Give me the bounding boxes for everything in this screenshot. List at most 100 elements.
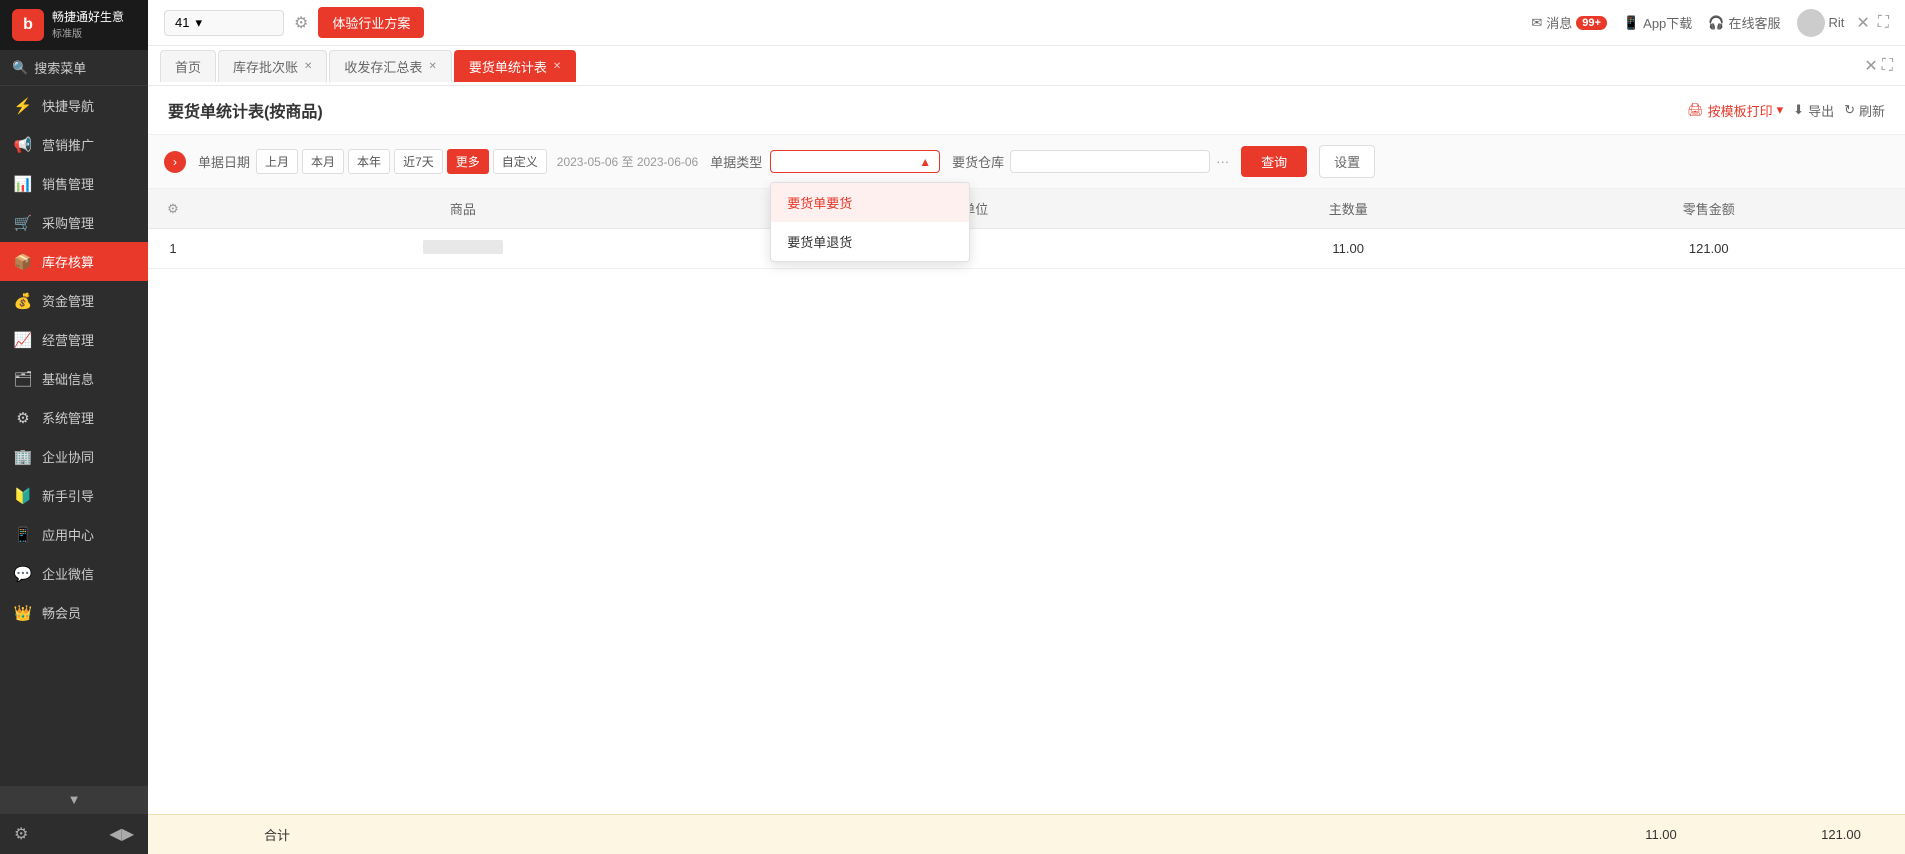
warehouse-input-wrapper <box>1010 150 1210 173</box>
type-filter-input[interactable] <box>779 154 919 169</box>
export-button[interactable]: ⬇ 导出 <box>1793 101 1834 120</box>
window-controls: ✕ ⛶ <box>1856 13 1889 33</box>
service-icon: 🎧 <box>1708 15 1724 31</box>
sidebar-collapse-icon[interactable]: ◀▶ <box>109 824 134 844</box>
sidebar-item-app-center[interactable]: 📱 应用中心 <box>0 515 148 554</box>
phone-icon: 📱 <box>1623 15 1639 31</box>
system-icon: ⚙ <box>14 409 32 427</box>
app-download-button[interactable]: 📱 App下载 <box>1623 13 1692 32</box>
export-icon: ⬇ <box>1793 102 1804 118</box>
tab-close-order-summary[interactable]: ✕ <box>553 61 561 72</box>
expand-window-icon[interactable]: ⛶ <box>1882 57 1893 75</box>
messages-button[interactable]: ✉ 消息 99+ <box>1531 13 1607 32</box>
warehouse-more-icon[interactable]: ··· <box>1216 154 1229 169</box>
more-dates-btn[interactable]: 更多 <box>447 149 489 174</box>
sidebar-item-marketing[interactable]: 📢营销推广 <box>0 125 148 164</box>
message-icon: ✉ <box>1531 15 1542 31</box>
sidebar-item-label: 企业协同 <box>42 447 94 466</box>
sidebar-item-label: 应用中心 <box>42 525 94 544</box>
tab-order-summary[interactable]: 要货单统计表✕ <box>454 50 576 82</box>
row-amount: 121.00 <box>1513 229 1905 269</box>
column-settings-icon[interactable]: ⚙ <box>167 201 179 216</box>
tab-receipt-summary[interactable]: 收发存汇总表 ✕ <box>329 50 451 82</box>
messages-label: 消息 <box>1546 13 1572 32</box>
sidebar-item-purchase[interactable]: 🛒采购管理 <box>0 203 148 242</box>
sidebar-nav: ⚡ 快捷导航 📢营销推广📊销售管理🛒采购管理📦库存核算💰资金管理📈经营管理🗂基础信息… <box>0 86 148 786</box>
sidebar-item-label: 营销推广 <box>42 135 94 154</box>
store-selector[interactable]: 41 ▾ <box>164 10 284 36</box>
sidebar-item-operations[interactable]: 📈经营管理 <box>0 320 148 359</box>
type-filter-group: 单据类型 ▲ 要货单要货 要货单退货 <box>710 150 940 173</box>
topbar-left: 41 ▾ ⚙ 体验行业方案 <box>164 7 1519 38</box>
main-area: 41 ▾ ⚙ 体验行业方案 ✉ 消息 99+ 📱 App下载 🎧 在线客服 R <box>148 0 1905 854</box>
brand-name: 畅捷通好生意 <box>52 10 124 26</box>
tab-close-receipt-summary[interactable]: ✕ <box>428 61 436 72</box>
industry-button[interactable]: 体验行业方案 <box>318 7 424 38</box>
tab-inventory-batch[interactable]: 库存批次账✕ <box>218 50 327 82</box>
sidebar-item-label: 新手引导 <box>42 486 94 505</box>
user-avatar <box>1797 9 1825 37</box>
table-footer: 合计 11.00 121.00 <box>148 814 1905 854</box>
sidebar-item-basics[interactable]: 🗂基础信息 <box>0 359 148 398</box>
dropdown-item-order[interactable]: 要货单要货 <box>771 183 969 222</box>
custom-date-btn[interactable]: 自定义 <box>493 149 547 174</box>
logo-icon: b <box>12 9 44 41</box>
user-menu[interactable]: Rit <box>1797 9 1845 37</box>
filter-expand-button[interactable]: › <box>164 151 186 173</box>
sidebar-item-enterprise[interactable]: 🏢 企业协同 <box>0 437 148 476</box>
sidebar-item-guide[interactable]: 🔰新手引导 <box>0 476 148 515</box>
col-header-amount: 零售金额 <box>1513 189 1905 229</box>
wechat-icon: 💬 <box>14 565 32 583</box>
user-name: Rit <box>1829 15 1845 30</box>
footer-label: 合计 <box>162 825 392 844</box>
purchase-icon: 🛒 <box>14 214 32 232</box>
page-content: 要货单统计表(按商品) 🖨 按模板打印 ▾ ⬇ 导出 ↻ 刷新 › <box>148 86 1905 854</box>
tab-label: 收发存汇总表 <box>344 57 422 76</box>
dropdown-item-return[interactable]: 要货单退货 <box>771 222 969 261</box>
app-center-icon: 📱 <box>14 526 32 544</box>
query-button[interactable]: 查询 <box>1241 146 1307 177</box>
type-dropdown-menu: 要货单要货 要货单退货 <box>770 182 970 262</box>
member-icon: 👑 <box>14 604 32 622</box>
sidebar-item-label: 快捷导航 <box>42 96 94 115</box>
enterprise-icon: 🏢 <box>14 448 32 466</box>
sidebar-item-member[interactable]: 👑畅会员 <box>0 593 148 632</box>
sidebar-item-label: 基础信息 <box>42 369 94 388</box>
search-menu-button[interactable]: 🔍 搜索菜单 <box>0 50 148 86</box>
page-header: 要货单统计表(按商品) 🖨 按模板打印 ▾ ⬇ 导出 ↻ 刷新 <box>148 86 1905 135</box>
row-product <box>198 229 728 269</box>
tab-home[interactable]: 首页 <box>160 50 216 82</box>
close-tab-btn[interactable]: ✕ <box>1856 13 1869 33</box>
topbar-settings-icon[interactable]: ⚙ <box>294 13 308 33</box>
quick-nav-icon: ⚡ <box>14 97 32 115</box>
warehouse-input[interactable] <box>1019 154 1201 169</box>
this-year-btn[interactable]: 本年 <box>348 149 390 174</box>
this-month-btn[interactable]: 本月 <box>302 149 344 174</box>
sidebar-item-sales[interactable]: 📊销售管理 <box>0 164 148 203</box>
template-print-button[interactable]: 🖨 按模板打印 ▾ <box>1687 101 1783 120</box>
last-month-btn[interactable]: 上月 <box>256 149 298 174</box>
sidebar-item-system[interactable]: ⚙系统管理 <box>0 398 148 437</box>
close-all-tabs-icon[interactable]: ✕ <box>1864 56 1877 76</box>
sidebar-item-wechat[interactable]: 💬企业微信 <box>0 554 148 593</box>
sidebar-scroll-down[interactable]: ▼ <box>0 786 148 813</box>
date-filter-group: 单据日期 上月 本月 本年 近7天 更多 自定义 2023-05-06 至 20… <box>198 149 698 174</box>
online-service-button[interactable]: 🎧 在线客服 <box>1708 13 1780 32</box>
sidebar-settings-icon[interactable]: ⚙ <box>14 824 28 844</box>
row-index: 1 <box>148 229 198 269</box>
type-chevron-up-icon[interactable]: ▲ <box>919 155 931 169</box>
page-title: 要货单统计表(按商品) <box>168 98 323 122</box>
last-7-days-btn[interactable]: 近7天 <box>394 149 443 174</box>
data-table: ⚙ 商品 主计量单位 主数量 零售金额 1 块 11.00 121.00 <box>148 189 1905 269</box>
tab-close-inventory-batch[interactable]: ✕ <box>304 61 312 72</box>
sidebar-item-finance[interactable]: 💰资金管理 <box>0 281 148 320</box>
operations-icon: 📈 <box>14 331 32 349</box>
filter-bar: › 单据日期 上月 本月 本年 近7天 更多 自定义 2023-05-06 至 … <box>148 135 1905 189</box>
refresh-button[interactable]: ↻ 刷新 <box>1844 101 1885 120</box>
date-buttons: 上月 本月 本年 近7天 更多 自定义 <box>256 149 547 174</box>
expand-btn[interactable]: ⛶ <box>1878 14 1889 32</box>
sidebar-item-quick-nav[interactable]: ⚡ 快捷导航 <box>0 86 148 125</box>
settings-button[interactable]: 设置 <box>1319 145 1375 178</box>
tab-label: 首页 <box>175 57 201 76</box>
sidebar-item-inventory[interactable]: 📦库存核算 <box>0 242 148 281</box>
